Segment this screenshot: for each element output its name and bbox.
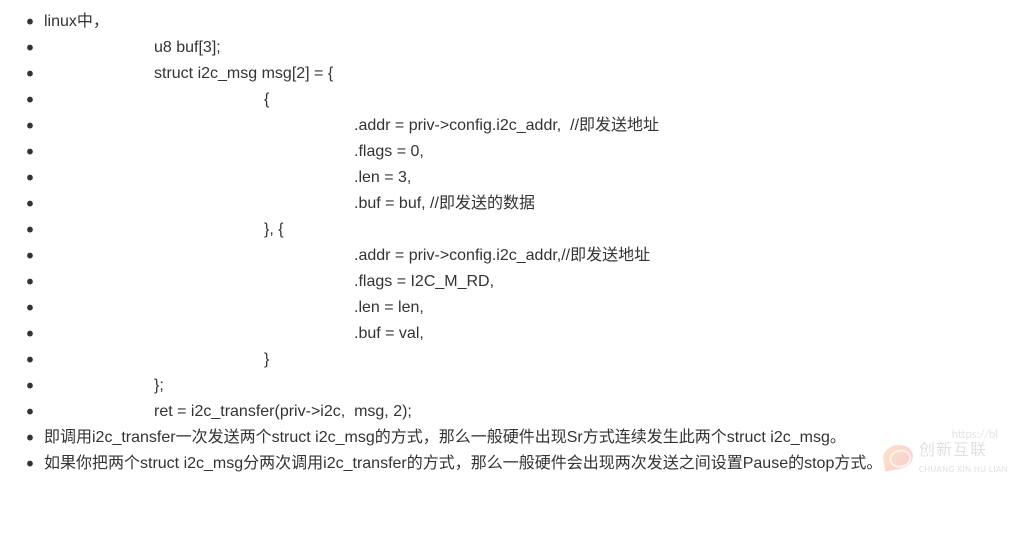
list-item: } [20, 348, 1000, 372]
list-item: .addr = priv->config.i2c_addr, //即发送地址 [20, 114, 1000, 138]
code-text: } [44, 351, 269, 368]
code-text: .len = 3, [44, 169, 411, 186]
code-text: .buf = buf, //即发送的数据 [44, 195, 535, 212]
code-text: linux中， [44, 10, 1000, 34]
watermark: 创新互联 CHUANG XIN HU LIAN [883, 439, 1008, 477]
code-text: 即调用i2c_transfer一次发送两个struct i2c_msg的方式，那… [44, 426, 1000, 450]
code-text: }; [44, 377, 164, 394]
watermark-logo-icon [881, 443, 915, 472]
code-text: }, { [44, 221, 284, 238]
list-item: linux中， [20, 10, 1000, 34]
list-item: u8 buf[3]; [20, 36, 1000, 60]
code-text: .flags = I2C_M_RD, [44, 273, 494, 290]
list-item: .len = len, [20, 296, 1000, 320]
list-item: struct i2c_msg msg[2] = { [20, 62, 1000, 86]
bullet-list: linux中， u8 buf[3]; struct i2c_msg msg[2] =… [20, 10, 1000, 476]
list-item: .buf = buf, //即发送的数据 [20, 192, 1000, 216]
code-text: ret = i2c_transfer(priv->i2c, msg, 2); [44, 403, 412, 420]
watermark-brand: 创新互联 [919, 439, 1008, 463]
code-text: { [44, 91, 269, 108]
list-item: { [20, 88, 1000, 112]
list-item: 如果你把两个struct i2c_msg分两次调用i2c_transfer的方式… [20, 452, 1000, 476]
list-item: }; [20, 374, 1000, 398]
list-item: .addr = priv->config.i2c_addr,//即发送地址 [20, 244, 1000, 268]
list-item: .len = 3, [20, 166, 1000, 190]
code-text: .addr = priv->config.i2c_addr,//即发送地址 [44, 247, 650, 264]
code-text: .addr = priv->config.i2c_addr, //即发送地址 [44, 117, 659, 134]
code-text: .len = len, [44, 299, 424, 316]
list-item: .flags = 0, [20, 140, 1000, 164]
code-text: struct i2c_msg msg[2] = { [44, 65, 333, 82]
list-item: ret = i2c_transfer(priv->i2c, msg, 2); [20, 400, 1000, 424]
code-text: 如果你把两个struct i2c_msg分两次调用i2c_transfer的方式… [44, 452, 1000, 476]
list-item: }, { [20, 218, 1000, 242]
code-text: u8 buf[3]; [44, 39, 221, 56]
list-item: 即调用i2c_transfer一次发送两个struct i2c_msg的方式，那… [20, 426, 1000, 450]
code-text: .buf = val, [44, 325, 424, 342]
watermark-sub: CHUANG XIN HU LIAN [919, 463, 1008, 477]
list-item: .buf = val, [20, 322, 1000, 346]
code-text: .flags = 0, [44, 143, 424, 160]
list-item: .flags = I2C_M_RD, [20, 270, 1000, 294]
